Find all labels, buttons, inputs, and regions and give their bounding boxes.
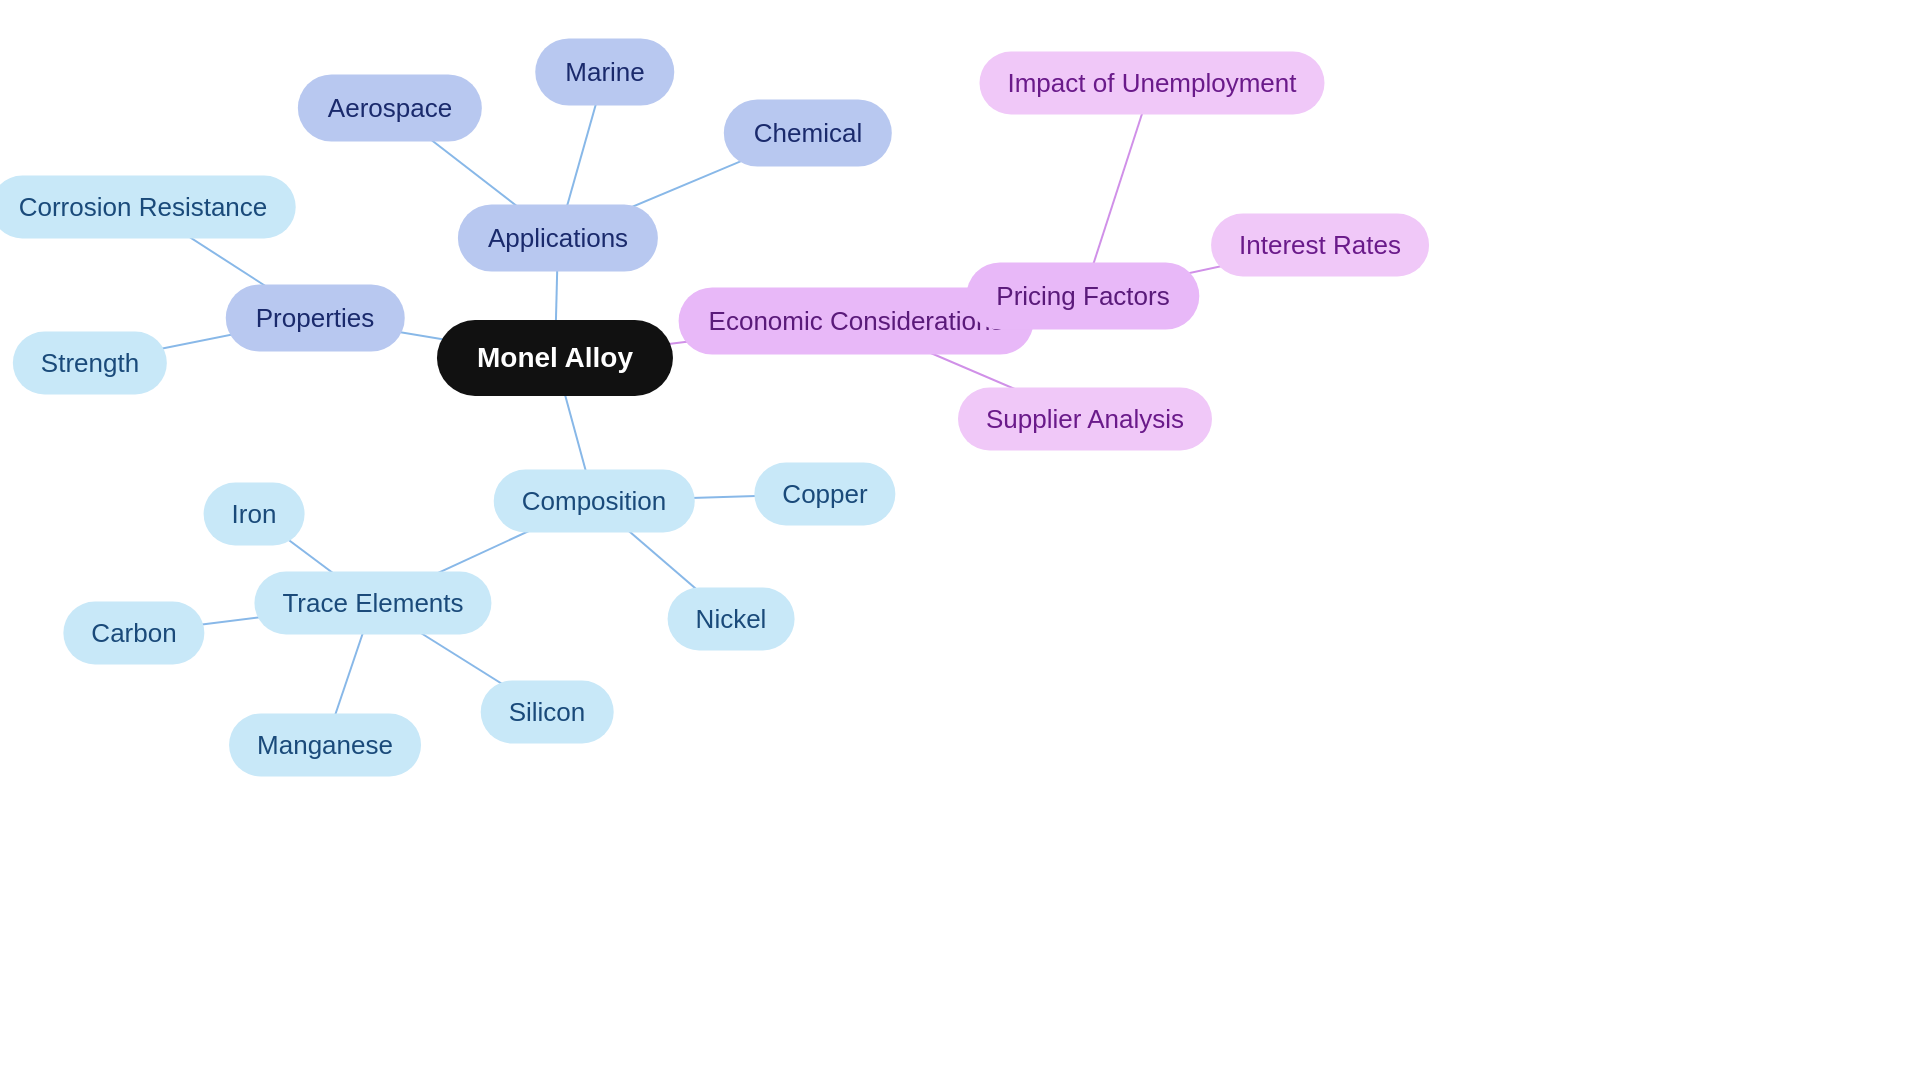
center-node: Monel Alloy	[437, 320, 673, 396]
node-aerospace: Aerospace	[298, 75, 482, 142]
node-applications: Applications	[458, 205, 658, 272]
node-manganese: Manganese	[229, 714, 421, 777]
node-interest: Interest Rates	[1211, 214, 1429, 277]
node-composition: Composition	[494, 470, 695, 533]
node-unemployment: Impact of Unemployment	[979, 52, 1324, 115]
node-properties: Properties	[226, 285, 405, 352]
node-copper: Copper	[754, 463, 895, 526]
node-pricing: Pricing Factors	[966, 263, 1199, 330]
node-nickel: Nickel	[668, 588, 795, 651]
node-iron: Iron	[204, 483, 305, 546]
node-corrosion: Corrosion Resistance	[0, 176, 295, 239]
node-strength: Strength	[13, 332, 167, 395]
node-marine: Marine	[535, 39, 674, 106]
node-supplier: Supplier Analysis	[958, 388, 1212, 451]
node-silicon: Silicon	[481, 681, 614, 744]
node-chemical: Chemical	[724, 100, 892, 167]
node-trace: Trace Elements	[254, 572, 491, 635]
node-carbon: Carbon	[63, 602, 204, 665]
